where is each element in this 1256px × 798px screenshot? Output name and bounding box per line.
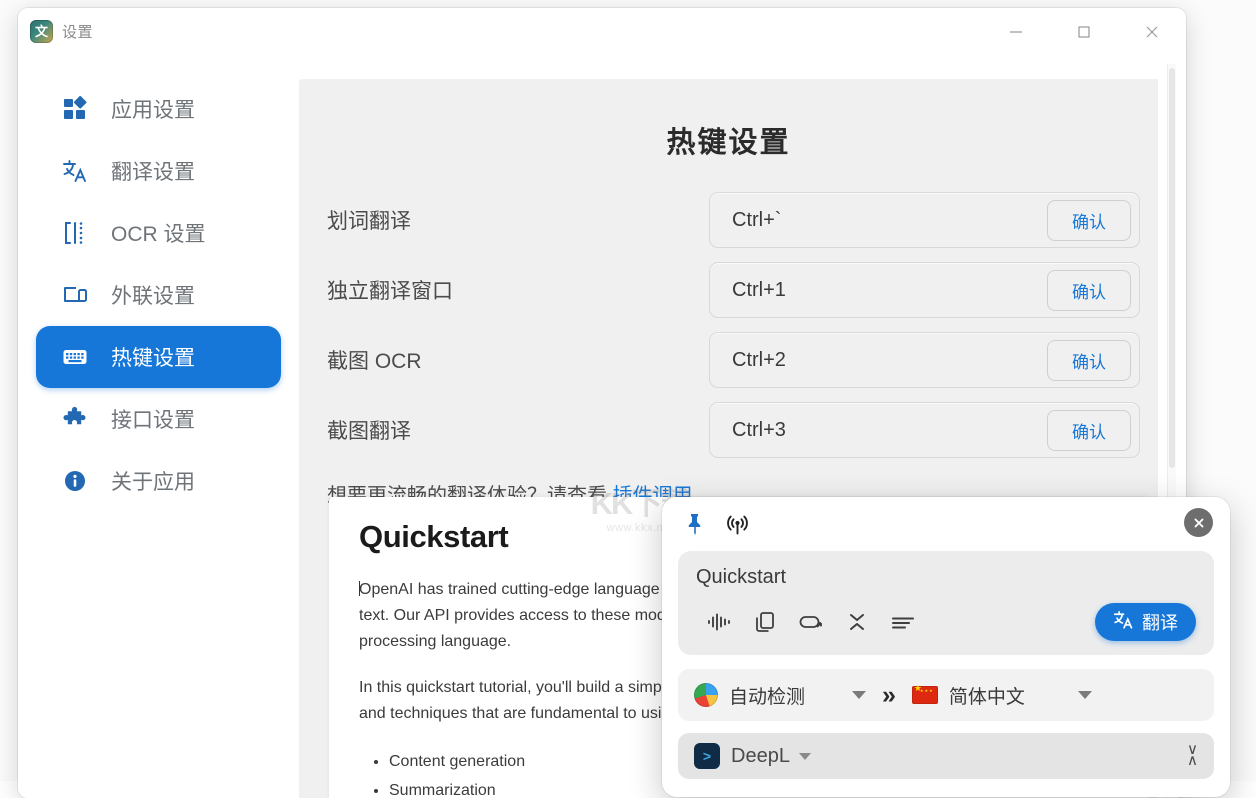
sidebar-item-app-settings[interactable]: 应用设置 [36, 78, 281, 140]
chevron-down-icon [798, 752, 811, 760]
globe-icon [694, 683, 718, 707]
text-lines-icon[interactable] [880, 605, 926, 639]
hotkey-value: Ctrl+1 [732, 278, 786, 301]
source-actions: 翻译 [696, 603, 1196, 641]
hotkey-list: 划词翻译 Ctrl+` 确认 独立翻译窗口 Ctrl+1 确认 截图 OCR C… [299, 185, 1158, 465]
popup-toolbar [662, 497, 1230, 551]
hotkey-label: 划词翻译 [327, 210, 411, 233]
sidebar-item-interface-settings[interactable]: 接口设置 [36, 388, 281, 450]
copy-icon[interactable] [742, 605, 788, 639]
ocr-scan-icon [61, 219, 89, 247]
hotkey-input-selection-translate[interactable]: Ctrl+` 确认 [709, 192, 1140, 248]
sidebar-nav: 应用设置 翻译设置 OCR 设置 外联设置 热键设置 接口设置 关于应用 [18, 78, 299, 512]
engine-label: DeepL [731, 744, 790, 767]
sidebar-item-label: 热键设置 [111, 347, 195, 370]
hotkey-input-standalone-window[interactable]: Ctrl+1 确认 [709, 262, 1140, 318]
sidebar: 应用设置 翻译设置 OCR 设置 外联设置 热键设置 接口设置 关于应用 [18, 56, 299, 798]
sidebar-item-label: OCR 设置 [111, 223, 206, 246]
page-title: 热键设置 [666, 127, 791, 159]
add-to-wordbook-icon[interactable] [788, 605, 834, 639]
hotkey-input-screenshot-ocr[interactable]: Ctrl+2 确认 [709, 332, 1140, 388]
chevron-down-icon [852, 691, 867, 699]
puzzle-icon [61, 405, 89, 433]
deepl-icon: > [694, 743, 720, 769]
hotkey-value: Ctrl+3 [732, 418, 786, 441]
keyboard-icon [61, 343, 89, 371]
broadcast-icon[interactable] [722, 509, 752, 539]
sidebar-item-label: 外联设置 [111, 285, 195, 308]
source-text: Quickstart [696, 566, 787, 588]
target-language-label: 简体中文 [948, 686, 1025, 708]
hotkey-label: 截图翻译 [327, 420, 411, 443]
sidebar-item-external-settings[interactable]: 外联设置 [36, 264, 281, 326]
confirm-button[interactable]: 确认 [1047, 409, 1131, 451]
hotkey-row: 截图翻译 Ctrl+3 确认 [327, 395, 1140, 465]
engine-selector-bar[interactable]: > DeepL ∨ ∧ [678, 733, 1214, 779]
devices-link-icon [61, 281, 89, 309]
chevron-down-icon [1077, 691, 1092, 699]
app-logo-icon: 文 [30, 20, 53, 43]
translate-button[interactable]: 翻译 [1095, 603, 1196, 641]
close-button[interactable] [1118, 8, 1186, 56]
translate-button-label: 翻译 [1142, 613, 1178, 633]
source-text-card: Quickstart 翻译 [678, 551, 1214, 655]
sidebar-item-label: 翻译设置 [111, 161, 195, 184]
confirm-button[interactable]: 确认 [1047, 339, 1131, 381]
double-chevron-right-icon[interactable]: » [882, 682, 896, 708]
minimize-button[interactable] [982, 8, 1050, 56]
window-title-group: 文 设置 [30, 20, 93, 43]
sidebar-item-hotkey-settings[interactable]: 热键设置 [36, 326, 281, 388]
translate-icon [1113, 609, 1134, 635]
hotkey-input-screenshot-translate[interactable]: Ctrl+3 确认 [709, 402, 1140, 458]
sidebar-item-label: 应用设置 [111, 99, 195, 122]
sidebar-item-about[interactable]: 关于应用 [36, 450, 281, 512]
maximize-button[interactable] [1050, 8, 1118, 56]
apps-grid-icon [61, 95, 89, 123]
hotkey-row: 独立翻译窗口 Ctrl+1 确认 [327, 255, 1140, 325]
sidebar-item-label: 接口设置 [111, 409, 195, 432]
hotkey-row: 截图 OCR Ctrl+2 确认 [327, 325, 1140, 395]
hotkey-value: Ctrl+2 [732, 348, 786, 371]
confirm-button[interactable]: 确认 [1047, 199, 1131, 241]
hotkey-label: 截图 OCR [327, 350, 422, 373]
translate-popup: Quickstart 翻译 自动检测 » ★ ★★★ 简体中文 > DeepL … [662, 497, 1230, 797]
sidebar-item-translate-settings[interactable]: 翻译设置 [36, 140, 281, 202]
sidebar-item-label: 关于应用 [111, 471, 195, 494]
window-titlebar: 文 设置 [18, 8, 1186, 56]
hotkey-label: 独立翻译窗口 [327, 280, 453, 303]
close-circle-icon[interactable] [1184, 508, 1213, 537]
window-title: 设置 [62, 24, 94, 41]
hotkey-row: 划词翻译 Ctrl+` 确认 [327, 185, 1140, 255]
pushpin-icon[interactable] [680, 509, 710, 539]
hotkey-value: Ctrl+` [732, 208, 782, 231]
source-language-label: 自动检测 [729, 686, 806, 708]
target-language-select[interactable]: 简体中文 [911, 682, 1092, 709]
confirm-button[interactable]: 确认 [1047, 269, 1131, 311]
expand-collapse-icon[interactable]: ∨ ∧ [1187, 742, 1198, 768]
flag-cn-icon [911, 684, 938, 704]
sidebar-item-ocr-settings[interactable]: OCR 设置 [36, 202, 281, 264]
content-scrollbar-thumb[interactable] [1169, 68, 1175, 468]
speak-waveform-icon[interactable] [696, 605, 742, 639]
source-language-select[interactable]: 自动检测 [694, 682, 867, 709]
language-selector-bar: 自动检测 » 简体中文 [678, 669, 1214, 721]
translate-icon [61, 157, 89, 185]
screen: 文 设置 应用设置 翻译设置 OCR 设置 外联设置 热键设置 接口设置 关于应… [0, 0, 1256, 798]
window-controls [982, 8, 1186, 56]
info-icon [61, 467, 89, 495]
collapse-icon[interactable] [834, 605, 880, 639]
